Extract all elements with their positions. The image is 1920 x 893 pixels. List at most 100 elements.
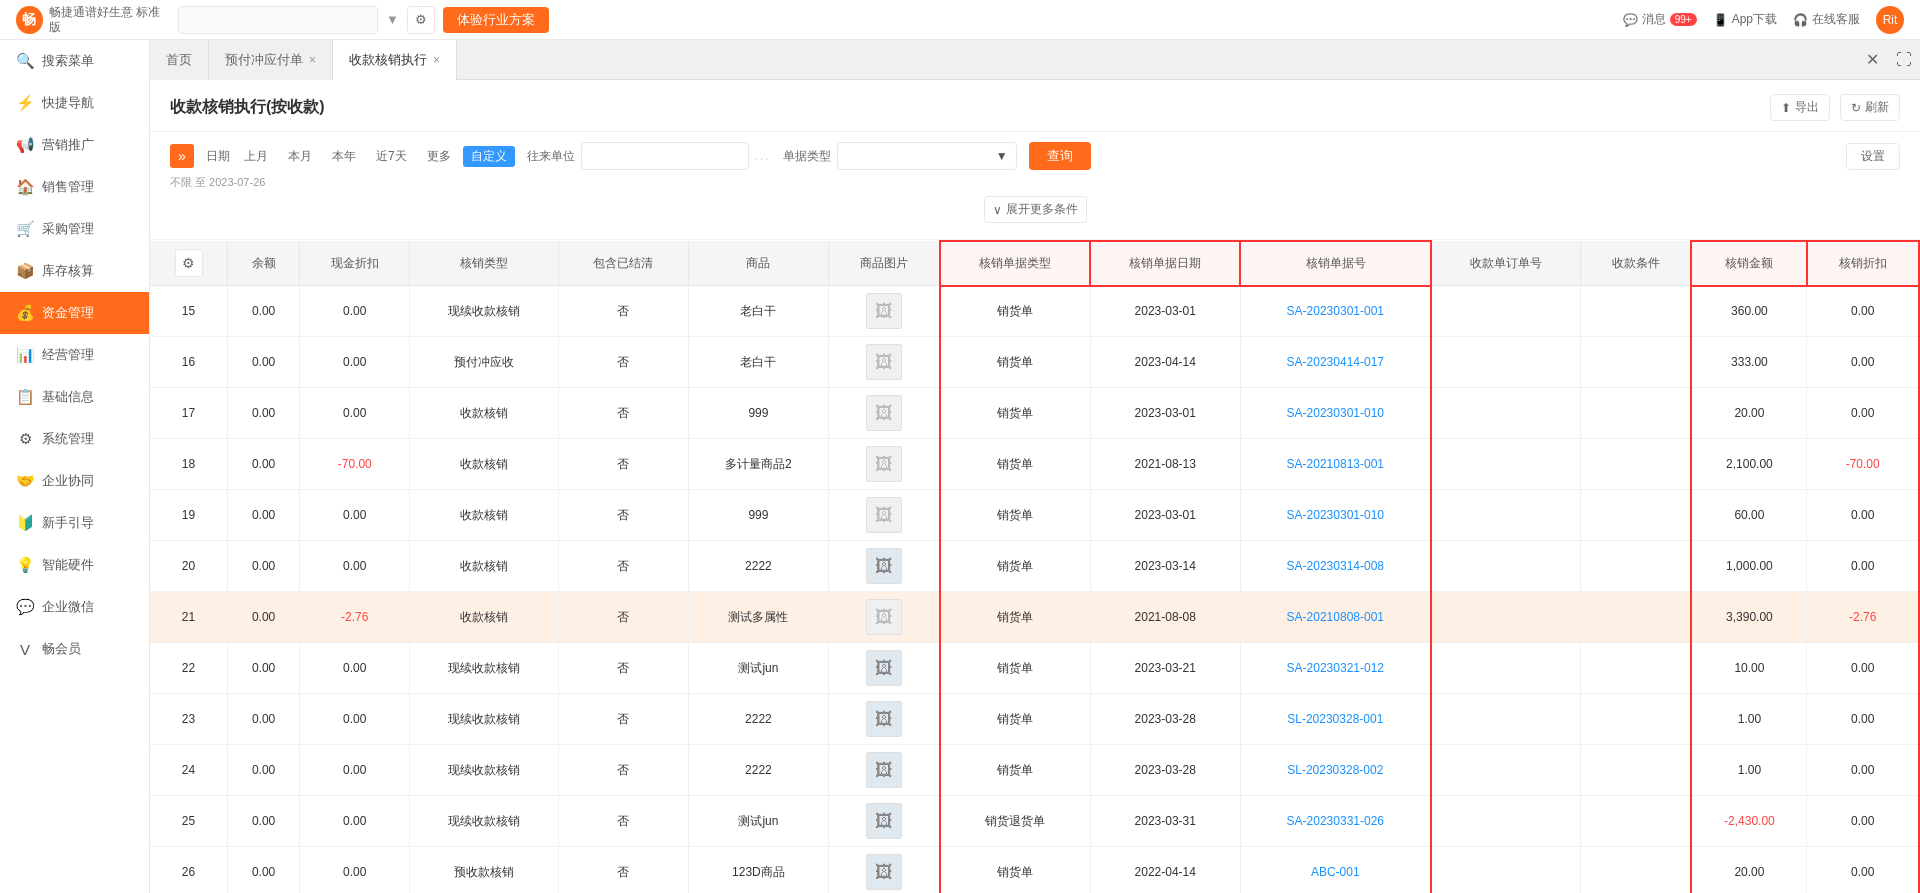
sidebar-item-purchase[interactable]: 🛒 采购管理 [0,208,149,250]
table-row: 160.000.00预付冲应收否老白干🖼销货单2023-04-14SA-2023… [150,337,1919,388]
balance: 0.00 [228,286,300,337]
sidebar-item-collab[interactable]: 🤝 企业协同 [0,460,149,502]
sidebar-item-operation[interactable]: 📊 经营管理 [0,334,149,376]
bill-no-link[interactable]: SA-20230301-010 [1287,406,1384,420]
sidebar-item-search[interactable]: 🔍 搜索菜单 [0,40,149,82]
maximize-button[interactable]: ⛶ [1888,44,1920,76]
bill-no-link[interactable]: SA-20210813-001 [1287,457,1384,471]
sidebar-item-marketing[interactable]: 📢 营销推广 [0,124,149,166]
sidebar-item-inventory[interactable]: 📦 库存核算 [0,250,149,292]
writeoff-discount: 0.00 [1807,337,1919,388]
app-download-button[interactable]: 📱 App下载 [1713,11,1777,28]
goods-image: 🖼 [866,752,902,788]
date-custom-btn[interactable]: 自定义 [463,146,515,167]
date-opt-more[interactable]: 更多 [419,146,459,167]
bill-no-link[interactable]: SA-20230414-017 [1287,355,1384,369]
col-header-bill_date: 核销单据日期 [1090,241,1240,286]
goods-image-placeholder: 🖼 [866,395,902,431]
settings-button[interactable]: 设置 [1846,143,1900,170]
row-num: 15 [150,286,228,337]
bill-no-link[interactable]: SA-20230314-008 [1287,559,1384,573]
balance: 0.00 [228,592,300,643]
sidebar-item-finance[interactable]: 💰 资金管理 [0,292,149,334]
tab-home[interactable]: 首页 [150,40,209,80]
goods-img-cell: 🖼 [829,643,940,694]
service-button[interactable]: 🎧 在线客服 [1793,11,1860,28]
top-search-input[interactable] [178,6,378,34]
settings-icon[interactable]: ⚙ [407,6,435,34]
bill-date: 2023-03-28 [1090,694,1240,745]
expand-conditions-button[interactable]: ∨ 展开更多条件 [984,196,1087,223]
bill-type: 销货单 [940,847,1090,894]
column-settings-btn[interactable]: ⚙ [175,249,203,277]
partner-input[interactable] [581,142,749,170]
tab-writeoff[interactable]: 收款核销执行× [333,40,457,80]
include-settled: 否 [559,388,689,439]
sidebar-item-basic[interactable]: 📋 基础信息 [0,376,149,418]
col-header-balance: 余额 [228,241,300,286]
balance: 0.00 [228,847,300,894]
logo-icon: 畅 [16,6,43,34]
expand-icon: ∨ [993,203,1002,217]
cash-discount: 0.00 [300,388,410,439]
export-button[interactable]: ⬆ 导出 [1770,94,1830,121]
page-content: 收款核销执行(按收款) ⬆ 导出 ↻ 刷新 » [150,80,1920,893]
cash-discount: -70.00 [300,439,410,490]
col-header-bill_type: 核销单据类型 [940,241,1090,286]
filter-expand-icon[interactable]: » [170,144,194,168]
bill-no-link[interactable]: SA-20230301-001 [1287,304,1384,318]
bill-no-link[interactable]: SL-20230328-001 [1287,712,1383,726]
receipt-order-no [1431,592,1581,643]
voucher-type-select[interactable]: ▼ [837,142,1017,170]
tab-bar-right: ✕ ⛶ [1856,44,1920,76]
receipt-order-no [1431,694,1581,745]
search-dropdown-arrow[interactable]: ▼ [386,12,399,27]
goods-img-cell: 🖼 [829,490,940,541]
query-button[interactable]: 查询 [1029,142,1091,170]
user-avatar[interactable]: Rit [1876,6,1904,34]
message-button[interactable]: 💬 消息 99+ [1623,11,1697,28]
bill-no-link[interactable]: SA-20230321-012 [1287,661,1384,675]
sidebar-item-wechat[interactable]: 💬 企业微信 [0,586,149,628]
tab-prepay[interactable]: 预付冲应付单× [209,40,333,80]
goods: 2222 [688,694,828,745]
date-opt-7days[interactable]: 近7天 [368,146,415,167]
bill-type: 销货单 [940,439,1090,490]
sidebar-item-sales[interactable]: 🏠 销售管理 [0,166,149,208]
trial-button[interactable]: 体验行业方案 [443,7,549,33]
page-actions: ⬆ 导出 ↻ 刷新 [1770,94,1900,121]
receipt-order-no [1431,847,1581,894]
sidebar-item-hardware[interactable]: 💡 智能硬件 [0,544,149,586]
balance: 0.00 [228,490,300,541]
goods: 2222 [688,745,828,796]
writeoff-discount: 0.00 [1807,643,1919,694]
tab-close-prepay[interactable]: × [309,53,316,67]
sidebar-item-system[interactable]: ⚙ 系统管理 [0,418,149,460]
bill-type: 销货单 [940,337,1090,388]
partner-dots: ... [755,149,771,163]
row-num: 23 [150,694,228,745]
receipt-order-no [1431,796,1581,847]
bill-no-link[interactable]: SL-20230328-002 [1287,763,1383,777]
date-opt-lastmonth[interactable]: 上月 [236,146,276,167]
goods-image-placeholder: 🖼 [866,344,902,380]
writeoff-type: 现续收款核销 [410,796,559,847]
voucher-type-label: 单据类型 [783,148,831,165]
bill-no-link[interactable]: SA-20230301-010 [1287,508,1384,522]
sidebar-item-member[interactable]: V 畅会员 [0,628,149,670]
bill-no-link[interactable]: ABC-001 [1311,865,1360,879]
date-opt-thisyear[interactable]: 本年 [324,146,364,167]
partner-filter: 往来单位 ... [527,142,771,170]
include-settled: 否 [559,745,689,796]
date-opt-thismonth[interactable]: 本月 [280,146,320,167]
bill-no-link[interactable]: SA-20230331-026 [1287,814,1384,828]
receipt-order-no [1431,643,1581,694]
voucher-type-filter: 单据类型 ▼ [783,142,1017,170]
sidebar-item-quick[interactable]: ⚡ 快捷导航 [0,82,149,124]
tab-close-writeoff[interactable]: × [433,53,440,67]
sidebar-item-guide[interactable]: 🔰 新手引导 [0,502,149,544]
bill-no-link[interactable]: SA-20210808-001 [1287,610,1384,624]
refresh-button[interactable]: ↻ 刷新 [1840,94,1900,121]
close-window-button[interactable]: ✕ [1856,44,1888,76]
col-header-settings: ⚙ [150,241,228,286]
